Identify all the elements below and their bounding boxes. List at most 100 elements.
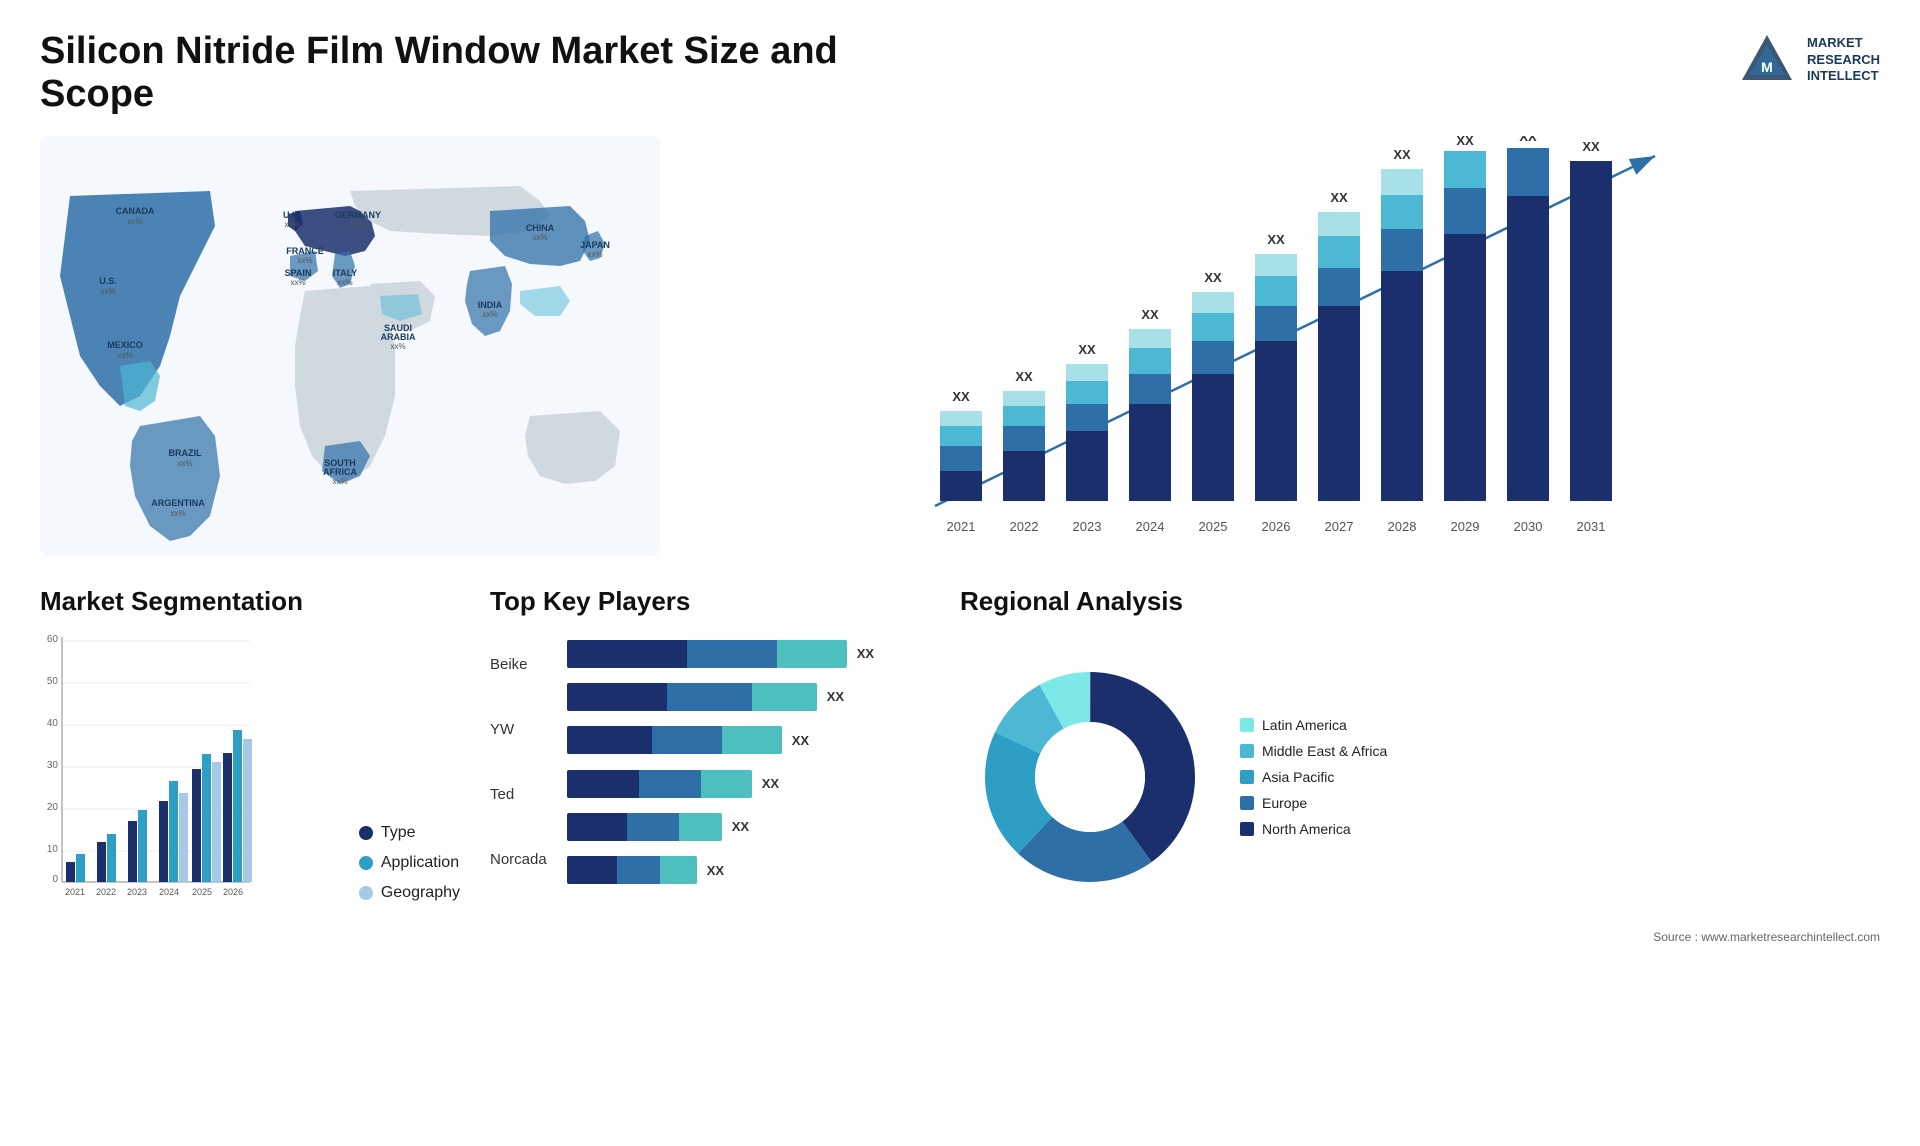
player-bar-row-3: XX [567, 726, 930, 754]
map-svg: CANADA xx% U.S. xx% MEXICO xx% BRAZIL xx… [40, 136, 660, 556]
logo: M MARKET RESEARCH INTELLECT [1737, 30, 1880, 90]
legend-mea-label: Middle East & Africa [1262, 743, 1387, 759]
bar-seg2 [652, 726, 722, 754]
svg-text:ARABIA: ARABIA [381, 332, 416, 342]
svg-text:xx%: xx% [337, 278, 352, 287]
player-names: Beike YW Ted Norcada [490, 632, 547, 892]
svg-text:XX: XX [1204, 270, 1222, 285]
player-bar-6 [567, 856, 697, 884]
legend-ap-color [1240, 770, 1254, 784]
player-bar-row-1: XX [567, 640, 930, 668]
svg-text:xx%: xx% [284, 220, 299, 229]
bar-seg3 [660, 856, 697, 884]
legend-type-label: Type [381, 824, 416, 842]
svg-text:FRANCE: FRANCE [286, 246, 324, 256]
svg-text:xx%: xx% [532, 233, 547, 242]
player-bar-4 [567, 770, 752, 798]
legend-north-america: North America [1240, 821, 1387, 837]
players-section: Top Key Players Beike YW Ted Norcada XX [490, 586, 930, 936]
bar-seg2 [639, 770, 701, 798]
player-name-beike: Beike [490, 656, 547, 673]
legend-eu-label: Europe [1262, 795, 1307, 811]
bottom-section: Market Segmentation 60 50 40 30 20 10 0 [40, 586, 1880, 936]
svg-text:2022: 2022 [96, 887, 116, 897]
bar-seg2 [667, 683, 752, 711]
legend-europe: Europe [1240, 795, 1387, 811]
player-bar-2 [567, 683, 817, 711]
svg-text:2021: 2021 [947, 519, 976, 534]
svg-text:XX: XX [1141, 307, 1159, 322]
regional-legend: Latin America Middle East & Africa Asia … [1240, 717, 1387, 837]
svg-text:2021: 2021 [65, 887, 85, 897]
legend-latin-america: Latin America [1240, 717, 1387, 733]
svg-text:XX: XX [1582, 139, 1600, 154]
world-map: CANADA xx% U.S. xx% MEXICO xx% BRAZIL xx… [40, 136, 660, 556]
svg-text:XX: XX [1519, 136, 1537, 144]
bar-label-4: XX [762, 776, 779, 791]
segmentation-section: Market Segmentation 60 50 40 30 20 10 0 [40, 586, 460, 936]
svg-text:M: M [1761, 59, 1773, 75]
player-name-norcada: Norcada [490, 851, 547, 868]
bar-label-6: XX [707, 863, 724, 878]
bar-seg3 [722, 726, 782, 754]
svg-text:xx%: xx% [127, 217, 142, 226]
svg-text:CHINA: CHINA [526, 223, 555, 233]
svg-text:XX: XX [1078, 342, 1096, 357]
legend-app-label: Application [381, 854, 459, 872]
legend-geography: Geography [359, 884, 460, 902]
player-name-ted: Ted [490, 786, 547, 803]
legend-application: Application [359, 854, 460, 872]
growth-bar-chart: XX 2021 XX 2022 XX 2023 XX 2024 [690, 136, 1880, 556]
svg-text:xx%: xx% [170, 509, 185, 518]
bar-chart-svg: XX 2021 XX 2022 XX 2023 XX 2024 [690, 136, 1880, 556]
legend-ap-label: Asia Pacific [1262, 769, 1334, 785]
bar-label-2: XX [827, 689, 844, 704]
segmentation-title: Market Segmentation [40, 586, 460, 617]
player-bar-row-5: XX [567, 813, 930, 841]
svg-text:xx%: xx% [390, 342, 405, 351]
svg-text:GERMANY: GERMANY [335, 210, 381, 220]
logo-icon: M [1737, 30, 1797, 90]
svg-text:50: 50 [47, 676, 59, 687]
legend-geo-label: Geography [381, 884, 460, 902]
bar-seg1 [567, 813, 627, 841]
regional-content: Latin America Middle East & Africa Asia … [960, 632, 1880, 922]
logo-text: MARKET RESEARCH INTELLECT [1807, 35, 1880, 86]
svg-text:XX: XX [1330, 190, 1348, 205]
svg-text:xx%: xx% [117, 351, 132, 360]
svg-text:xx%: xx% [587, 250, 602, 259]
legend-na-label: North America [1262, 821, 1351, 837]
bar-seg1 [567, 726, 652, 754]
svg-text:2030: 2030 [1514, 519, 1543, 534]
bar-seg2 [687, 640, 777, 668]
svg-text:10: 10 [47, 844, 59, 855]
regional-title: Regional Analysis [960, 586, 1880, 617]
pie-center-hole [1035, 722, 1145, 832]
bar-seg3 [701, 770, 752, 798]
bar-seg1 [567, 856, 617, 884]
bar-seg1 [567, 640, 687, 668]
svg-text:JAPAN: JAPAN [580, 240, 610, 250]
svg-text:2025: 2025 [1199, 519, 1228, 534]
svg-text:xx%: xx% [100, 287, 115, 296]
svg-text:xx%: xx% [177, 459, 192, 468]
svg-text:2026: 2026 [1262, 519, 1291, 534]
svg-text:2028: 2028 [1388, 519, 1417, 534]
svg-text:2031: 2031 [1577, 519, 1606, 534]
svg-text:2022: 2022 [1010, 519, 1039, 534]
legend-la-color [1240, 718, 1254, 732]
svg-text:SPAIN: SPAIN [285, 268, 312, 278]
legend-type-dot [359, 826, 373, 840]
svg-text:XX: XX [952, 389, 970, 404]
svg-text:2027: 2027 [1325, 519, 1354, 534]
segmentation-chart: 60 50 40 30 20 10 0 [40, 632, 460, 902]
legend-na-color [1240, 822, 1254, 836]
svg-text:xx%: xx% [290, 278, 305, 287]
player-bar-row-4: XX [567, 770, 930, 798]
pie-chart-svg [960, 647, 1220, 907]
seg-svg: 60 50 40 30 20 10 0 [40, 627, 260, 897]
svg-text:2026: 2026 [223, 887, 243, 897]
svg-text:ARGENTINA: ARGENTINA [151, 498, 205, 508]
player-bar-row-6: XX [567, 856, 930, 884]
svg-text:2023: 2023 [127, 887, 147, 897]
